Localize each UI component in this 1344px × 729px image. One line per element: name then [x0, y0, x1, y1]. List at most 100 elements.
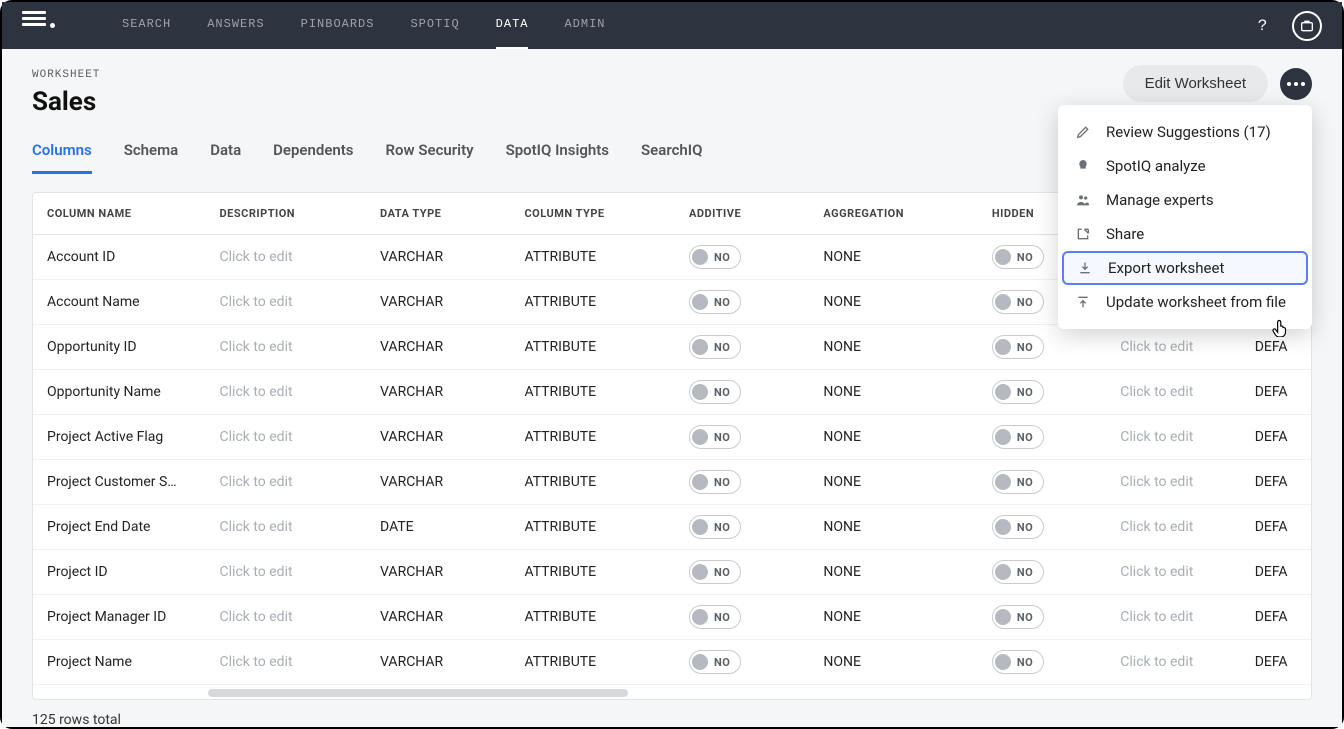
nav-item-pinboards[interactable]: PINBOARDS: [301, 1, 375, 50]
cell-column-name[interactable]: Project Active Flag: [33, 415, 206, 460]
menu-item-manage-experts[interactable]: Manage experts: [1058, 183, 1312, 217]
column-header[interactable]: DESCRIPTION: [206, 193, 367, 235]
help-icon[interactable]: ?: [1252, 15, 1274, 37]
column-header[interactable]: ADDITIVE: [675, 193, 809, 235]
menu-item-update-worksheet-from-file[interactable]: Update worksheet from file: [1058, 285, 1312, 319]
column-header[interactable]: AGGREGATION: [809, 193, 978, 235]
cell-aggregation[interactable]: NONE: [809, 505, 978, 550]
toggle-off[interactable]: NO: [689, 425, 741, 449]
cell-column-type[interactable]: ATTRIBUTE: [510, 505, 675, 550]
toggle-off[interactable]: NO: [689, 560, 741, 584]
menu-item-spotiq-analyze[interactable]: SpotIQ analyze: [1058, 149, 1312, 183]
column-header[interactable]: COLUMN NAME: [33, 193, 206, 235]
nav-item-admin[interactable]: ADMIN: [564, 1, 605, 50]
cell-data-type[interactable]: VARCHAR: [366, 460, 510, 505]
cell-column-type[interactable]: ATTRIBUTE: [510, 595, 675, 640]
cell-column-name[interactable]: Opportunity Name: [33, 370, 206, 415]
cell-column-name[interactable]: Account Name: [33, 280, 206, 325]
toggle-off[interactable]: NO: [992, 290, 1044, 314]
toggle-off[interactable]: NO: [992, 335, 1044, 359]
tab-dependents[interactable]: Dependents: [273, 135, 353, 174]
tab-row-security[interactable]: Row Security: [386, 135, 474, 174]
tab-searchiq[interactable]: SearchIQ: [641, 135, 702, 174]
cell-aggregation[interactable]: NONE: [809, 415, 978, 460]
toggle-off[interactable]: NO: [992, 245, 1044, 269]
toggle-off[interactable]: NO: [689, 335, 741, 359]
cell-description[interactable]: Click to edit: [206, 550, 367, 595]
cell-data-type[interactable]: VARCHAR: [366, 325, 510, 370]
toggle-off[interactable]: NO: [689, 650, 741, 674]
cell-column-type[interactable]: ATTRIBUTE: [510, 415, 675, 460]
cell-synonyms[interactable]: Click to edit: [1106, 460, 1240, 505]
cell-description[interactable]: Click to edit: [206, 595, 367, 640]
tab-data[interactable]: Data: [210, 135, 241, 174]
toggle-off[interactable]: NO: [689, 470, 741, 494]
cell-data-type[interactable]: VARCHAR: [366, 550, 510, 595]
cell-data-type[interactable]: VARCHAR: [366, 280, 510, 325]
cell-data-type[interactable]: VARCHAR: [366, 370, 510, 415]
toggle-off[interactable]: NO: [992, 650, 1044, 674]
cell-column-type[interactable]: ATTRIBUTE: [510, 550, 675, 595]
cell-synonyms[interactable]: Click to edit: [1106, 595, 1240, 640]
cell-aggregation[interactable]: NONE: [809, 460, 978, 505]
cell-description[interactable]: Click to edit: [206, 235, 367, 280]
cell-extra[interactable]: DEFA: [1241, 505, 1311, 550]
cell-column-type[interactable]: ATTRIBUTE: [510, 370, 675, 415]
cell-column-type[interactable]: ATTRIBUTE: [510, 640, 675, 685]
toggle-off[interactable]: NO: [992, 425, 1044, 449]
horizontal-scrollbar[interactable]: [33, 689, 1311, 699]
cell-column-name[interactable]: Project Customer S…: [33, 460, 206, 505]
cell-aggregation[interactable]: NONE: [809, 280, 978, 325]
tab-schema[interactable]: Schema: [124, 135, 179, 174]
toggle-off[interactable]: NO: [689, 515, 741, 539]
cell-column-name[interactable]: Opportunity ID: [33, 325, 206, 370]
cell-aggregation[interactable]: NONE: [809, 235, 978, 280]
toggle-off[interactable]: NO: [992, 515, 1044, 539]
cell-description[interactable]: Click to edit: [206, 505, 367, 550]
cell-description[interactable]: Click to edit: [206, 280, 367, 325]
cell-column-name[interactable]: Project Name: [33, 640, 206, 685]
cell-synonyms[interactable]: Click to edit: [1106, 505, 1240, 550]
cell-column-name[interactable]: Project End Date: [33, 505, 206, 550]
cell-data-type[interactable]: VARCHAR: [366, 595, 510, 640]
toggle-off[interactable]: NO: [992, 470, 1044, 494]
cell-extra[interactable]: DEFA: [1241, 550, 1311, 595]
tab-columns[interactable]: Columns: [32, 135, 92, 174]
cell-column-name[interactable]: Account ID: [33, 235, 206, 280]
nav-item-data[interactable]: DATA: [496, 1, 529, 50]
toggle-off[interactable]: NO: [689, 605, 741, 629]
nav-item-answers[interactable]: ANSWERS: [207, 1, 264, 50]
cell-aggregation[interactable]: NONE: [809, 640, 978, 685]
nav-item-spotiq[interactable]: SPOTIQ: [410, 1, 459, 50]
cell-column-type[interactable]: ATTRIBUTE: [510, 325, 675, 370]
cell-data-type[interactable]: DATE: [366, 505, 510, 550]
toggle-off[interactable]: NO: [992, 560, 1044, 584]
cell-aggregation[interactable]: NONE: [809, 370, 978, 415]
cell-synonyms[interactable]: Click to edit: [1106, 640, 1240, 685]
cell-column-type[interactable]: ATTRIBUTE: [510, 460, 675, 505]
cell-column-name[interactable]: Project ID: [33, 550, 206, 595]
cell-data-type[interactable]: VARCHAR: [366, 415, 510, 460]
cell-aggregation[interactable]: NONE: [809, 595, 978, 640]
cell-data-type[interactable]: VARCHAR: [366, 235, 510, 280]
toggle-off[interactable]: NO: [992, 380, 1044, 404]
nav-item-search[interactable]: SEARCH: [122, 1, 171, 50]
cell-description[interactable]: Click to edit: [206, 370, 367, 415]
cell-aggregation[interactable]: NONE: [809, 550, 978, 595]
menu-item-export-worksheet[interactable]: Export worksheet: [1062, 251, 1308, 285]
cell-column-type[interactable]: ATTRIBUTE: [510, 280, 675, 325]
cell-description[interactable]: Click to edit: [206, 415, 367, 460]
cell-description[interactable]: Click to edit: [206, 460, 367, 505]
cell-aggregation[interactable]: NONE: [809, 325, 978, 370]
cell-extra[interactable]: DEFA: [1241, 460, 1311, 505]
logo[interactable]: [22, 11, 52, 41]
cell-extra[interactable]: DEFA: [1241, 415, 1311, 460]
cell-extra[interactable]: DEFA: [1241, 370, 1311, 415]
cell-synonyms[interactable]: Click to edit: [1106, 415, 1240, 460]
menu-item-review-suggestions-17[interactable]: Review Suggestions (17): [1058, 115, 1312, 149]
edit-worksheet-button[interactable]: Edit Worksheet: [1123, 65, 1268, 102]
cell-synonyms[interactable]: Click to edit: [1106, 370, 1240, 415]
cell-extra[interactable]: DEFA: [1241, 325, 1311, 370]
cell-extra[interactable]: DEFA: [1241, 595, 1311, 640]
cell-column-type[interactable]: ATTRIBUTE: [510, 235, 675, 280]
